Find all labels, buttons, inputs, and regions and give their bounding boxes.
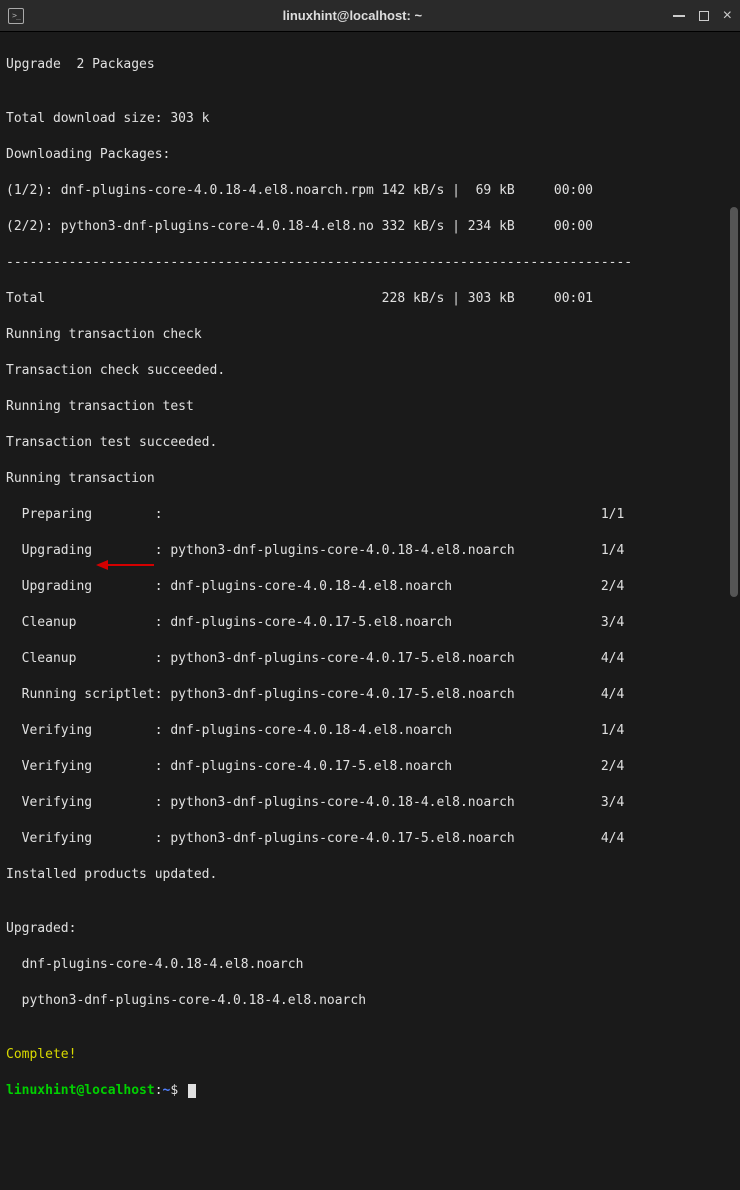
prompt-sep: : — [155, 1083, 163, 1098]
output-line: dnf-plugins-core-4.0.18-4.el8.noarch — [6, 956, 734, 974]
scrollbar-thumb[interactable] — [730, 207, 738, 597]
output-line: (2/2): python3-dnf-plugins-core-4.0.18-4… — [6, 218, 734, 236]
minimize-button[interactable] — [673, 15, 685, 17]
output-line: ----------------------------------------… — [6, 254, 734, 272]
output-line: Total 228 kB/s | 303 kB 00:01 — [6, 290, 734, 308]
output-line: Downloading Packages: — [6, 146, 734, 164]
output-line: Installed products updated. — [6, 866, 734, 884]
prompt-user-host: linuxhint@localhost — [6, 1083, 155, 1098]
output-line: Preparing : 1/1 — [6, 506, 734, 524]
output-line: Running transaction — [6, 470, 734, 488]
window-controls: × — [673, 8, 732, 24]
output-line: Verifying : dnf-plugins-core-4.0.17-5.el… — [6, 758, 734, 776]
output-line: Upgraded: — [6, 920, 734, 938]
output-line: Transaction check succeeded. — [6, 362, 734, 380]
output-line: Transaction test succeeded. — [6, 434, 734, 452]
output-line: Upgrade 2 Packages — [6, 56, 734, 74]
titlebar: linuxhint@localhost: ~ × — [0, 0, 740, 32]
output-line: Upgrading : dnf-plugins-core-4.0.18-4.el… — [6, 578, 734, 596]
prompt-line[interactable]: linuxhint@localhost:~$ — [6, 1082, 734, 1100]
prompt-path: ~ — [163, 1083, 171, 1098]
output-line: Upgrading : python3-dnf-plugins-core-4.0… — [6, 542, 734, 560]
output-line: Verifying : python3-dnf-plugins-core-4.0… — [6, 794, 734, 812]
output-line: (1/2): dnf-plugins-core-4.0.18-4.el8.noa… — [6, 182, 734, 200]
cursor — [188, 1084, 196, 1098]
prompt-dollar: $ — [170, 1083, 186, 1098]
annotation-arrow-icon — [96, 558, 156, 572]
output-line: Total download size: 303 k — [6, 110, 734, 128]
output-line: Verifying : python3-dnf-plugins-core-4.0… — [6, 830, 734, 848]
output-line: python3-dnf-plugins-core-4.0.18-4.el8.no… — [6, 992, 734, 1010]
output-line: Cleanup : python3-dnf-plugins-core-4.0.1… — [6, 650, 734, 668]
complete-line: Complete! — [6, 1046, 734, 1064]
output-line: Running transaction check — [6, 326, 734, 344]
terminal-body[interactable]: Upgrade 2 Packages Total download size: … — [0, 32, 740, 600]
terminal-icon — [8, 8, 24, 24]
output-line: Running scriptlet: python3-dnf-plugins-c… — [6, 686, 734, 704]
window-title: linuxhint@localhost: ~ — [32, 8, 673, 23]
output-line: Verifying : dnf-plugins-core-4.0.18-4.el… — [6, 722, 734, 740]
output-line: Cleanup : dnf-plugins-core-4.0.17-5.el8.… — [6, 614, 734, 632]
close-button[interactable]: × — [723, 8, 732, 24]
output-line: Running transaction test — [6, 398, 734, 416]
maximize-button[interactable] — [699, 11, 709, 21]
